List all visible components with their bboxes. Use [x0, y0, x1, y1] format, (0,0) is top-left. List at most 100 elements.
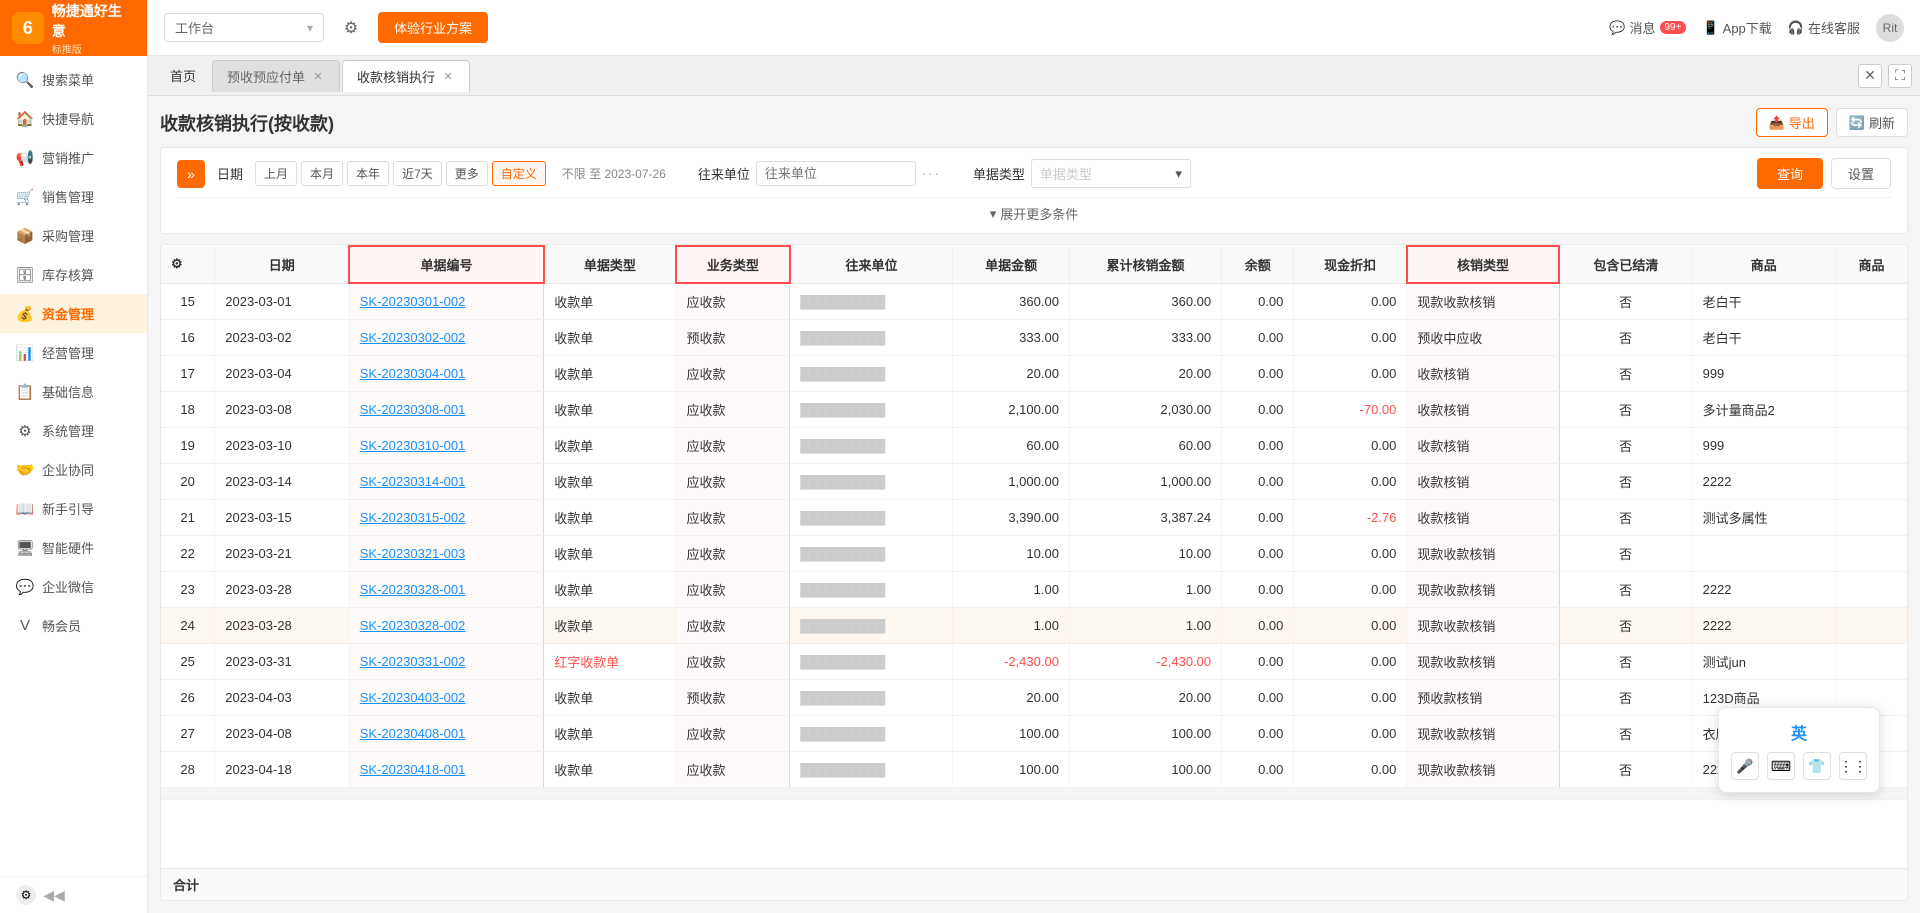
expand-icon: ▾ [990, 206, 997, 222]
messages-item[interactable]: 💬 消息 99+ [1609, 18, 1686, 37]
sidebar-item-operations[interactable]: 📊经营管理 [0, 333, 147, 372]
cell-amount: -2,430.00 [953, 644, 1070, 680]
workspace-selector[interactable]: 工作台 ▾ [164, 13, 324, 42]
curr-month-button[interactable]: 本月 [301, 161, 343, 186]
cell-goods: 2222 [1692, 464, 1835, 500]
curr-year-button[interactable]: 本年 [347, 161, 389, 186]
cell-goods-img [1835, 644, 1907, 680]
sidebar-item-purchase[interactable]: 📦采购管理 [0, 216, 147, 255]
partner-input[interactable] [756, 161, 916, 186]
cell-goods: 测试jun [1692, 644, 1835, 680]
cell-cash-discount: -70.00 [1294, 392, 1407, 428]
query-button[interactable]: 查询 [1757, 158, 1823, 189]
sidebar-item-quick-nav[interactable]: 🏠快捷导航 [0, 99, 147, 138]
doc-type-select[interactable]: 单据类型 ▾ [1031, 159, 1191, 188]
sidebar-icon-guide: 📖 [16, 500, 34, 518]
cell-seq: 15 [161, 283, 215, 320]
export-button[interactable]: 📤 导出 [1756, 108, 1828, 137]
tab-close-prepay-orders[interactable]: ✕ [311, 69, 325, 83]
collapse-icon[interactable]: ◀◀ [44, 885, 64, 905]
mic-icon[interactable]: 🎤 [1731, 752, 1759, 780]
cell-date: 2023-03-01 [215, 283, 350, 320]
cell-doc-no[interactable]: SK-20230314-001 [349, 464, 544, 500]
sidebar-item-system[interactable]: ⚙系统管理 [0, 411, 147, 450]
sidebar-icon-basic: 📋 [16, 383, 34, 401]
cell-goods-img [1835, 320, 1907, 356]
sidebar-label-wechat: 企业微信 [42, 577, 94, 596]
sidebar-item-search[interactable]: 🔍搜索菜单 [0, 60, 147, 99]
sidebar-item-sales[interactable]: 🛒销售管理 [0, 177, 147, 216]
sidebar-item-basic[interactable]: 📋基础信息 [0, 372, 147, 411]
solution-button[interactable]: 体验行业方案 [378, 12, 488, 43]
setting-button[interactable]: 设置 [1831, 158, 1891, 189]
col-header-settings[interactable]: ⚙ [161, 246, 215, 283]
cell-seq: 23 [161, 572, 215, 608]
logo-icon: 6 [12, 12, 44, 44]
settings-icon[interactable]: ⚙ [16, 885, 36, 905]
sidebar-item-wechat[interactable]: 💬企业微信 [0, 567, 147, 606]
cell-doc-no[interactable]: SK-20230315-002 [349, 500, 544, 536]
tab-home[interactable]: 首页 [156, 60, 210, 92]
tab-prepay-orders[interactable]: 预收预应付单✕ [212, 60, 340, 92]
cell-doc-no[interactable]: SK-20230302-002 [349, 320, 544, 356]
cell-doc-no[interactable]: SK-20230418-001 [349, 752, 544, 788]
cell-doc-no[interactable]: SK-20230331-002 [349, 644, 544, 680]
cell-biz-type: 应收款 [676, 608, 790, 644]
cell-doc-no[interactable]: SK-20230310-001 [349, 428, 544, 464]
sidebar-item-hardware[interactable]: 🖥智能硬件 [0, 528, 147, 567]
cell-date: 2023-03-10 [215, 428, 350, 464]
sidebar-item-enterprise[interactable]: 🤝企业协同 [0, 450, 147, 489]
close-tab-button[interactable]: ✕ [1858, 64, 1882, 88]
cell-biz-type: 应收款 [676, 392, 790, 428]
cell-include-settled: 否 [1559, 716, 1692, 752]
cell-doc-no[interactable]: SK-20230304-001 [349, 356, 544, 392]
sidebar-icon-inventory: 🗄 [16, 266, 34, 284]
expand-filter-button[interactable]: ▾ 展开更多条件 [177, 197, 1891, 223]
sidebar-item-marketing[interactable]: 📢营销推广 [0, 138, 147, 177]
cell-doc-no[interactable]: SK-20230328-001 [349, 572, 544, 608]
more-date-button[interactable]: 更多 [446, 161, 488, 186]
user-avatar[interactable]: Rit [1876, 14, 1904, 42]
sidebar-icon-hardware: 🖥 [16, 539, 34, 557]
date-range-text: 不限 至 2023-07-26 [562, 165, 666, 182]
cell-partner: ██████████ [790, 680, 953, 716]
online-service-item[interactable]: 🎧 在线客服 [1788, 18, 1860, 37]
cell-writeoff-type: 现款收款核销 [1407, 283, 1559, 320]
cell-doc-no[interactable]: SK-20230321-003 [349, 536, 544, 572]
sidebar-item-inventory[interactable]: 🗄库存核算 [0, 255, 147, 294]
custom-date-button[interactable]: 自定义 [492, 161, 546, 186]
prev-month-button[interactable]: 上月 [255, 161, 297, 186]
cell-doc-no[interactable]: SK-20230408-001 [349, 716, 544, 752]
cell-doc-no[interactable]: SK-20230403-002 [349, 680, 544, 716]
cell-doc-no[interactable]: SK-20230301-002 [349, 283, 544, 320]
table-row: 252023-03-31SK-20230331-002红字收款单应收款█████… [161, 644, 1907, 680]
cell-writeoff-amount: 1.00 [1069, 608, 1221, 644]
sidebar-item-member[interactable]: V畅会员 [0, 606, 147, 645]
cell-doc-type: 收款单 [544, 536, 676, 572]
cell-writeoff-type: 现款收款核销 [1407, 752, 1559, 788]
cell-cash-discount: 0.00 [1294, 536, 1407, 572]
sidebar-item-finance[interactable]: 💰资金管理 [0, 294, 147, 333]
cell-partner: ██████████ [790, 500, 953, 536]
fullscreen-button[interactable]: ⛶ [1888, 64, 1912, 88]
shirt-icon[interactable]: 👕 [1803, 752, 1831, 780]
refresh-button[interactable]: 🔄 刷新 [1836, 108, 1908, 137]
filter-actions: 查询 设置 [1757, 158, 1891, 189]
topbar-gear-icon[interactable]: ⚙ [336, 13, 366, 43]
filter-toggle-button[interactable]: » [177, 160, 205, 188]
sidebar-item-guide[interactable]: 📖新手引导 [0, 489, 147, 528]
cell-goods: 多计量商品2 [1692, 392, 1835, 428]
grid-icon[interactable]: ⋮⋮ [1839, 752, 1867, 780]
table-row: 162023-03-02SK-20230302-002收款单预收款███████… [161, 320, 1907, 356]
sidebar-icon-finance: 💰 [16, 305, 34, 323]
keyboard-icon[interactable]: ⌨ [1767, 752, 1795, 780]
tab-receipt-writeoff[interactable]: 收款核销执行✕ [342, 60, 470, 92]
cell-doc-no[interactable]: SK-20230328-002 [349, 608, 544, 644]
sidebar-label-operations: 经营管理 [42, 343, 94, 362]
last7-button[interactable]: 近7天 [393, 161, 442, 186]
tab-close-receipt-writeoff[interactable]: ✕ [441, 69, 455, 83]
cell-cash-discount: 0.00 [1294, 283, 1407, 320]
app-download-item[interactable]: 📱 App下载 [1702, 18, 1771, 37]
cell-doc-no[interactable]: SK-20230308-001 [349, 392, 544, 428]
data-table: ⚙日期单据编号单据类型业务类型往来单位单据金额累计核销金额余额现金折扣核销类型包… [161, 245, 1907, 800]
